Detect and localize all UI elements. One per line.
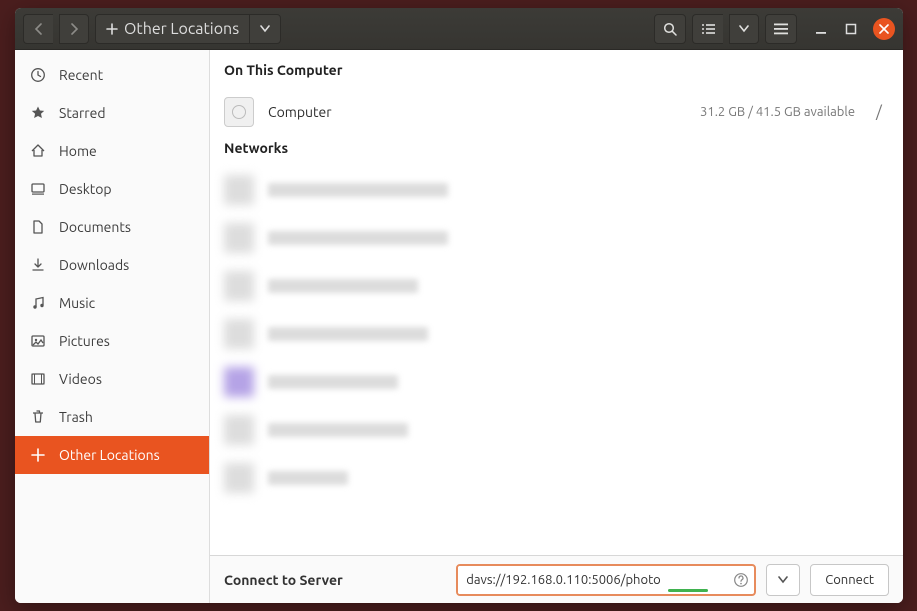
network-row-label-redacted xyxy=(268,471,348,485)
search-icon xyxy=(663,22,677,36)
path-bar[interactable]: Other Locations xyxy=(95,14,281,44)
sidebar-item-recent[interactable]: Recent xyxy=(15,56,209,94)
sidebar-item-label: Pictures xyxy=(59,333,110,349)
server-history-button[interactable] xyxy=(766,564,800,596)
sidebar-item-label: Other Locations xyxy=(59,447,160,463)
sidebar-item-label: Desktop xyxy=(59,181,112,197)
music-icon xyxy=(29,294,47,312)
network-row[interactable] xyxy=(210,310,903,358)
network-row-label-redacted xyxy=(268,423,408,437)
sidebar-item-label: Videos xyxy=(59,371,102,387)
sidebar-item-downloads[interactable]: Downloads xyxy=(15,246,209,284)
document-icon xyxy=(29,218,47,236)
caret-down-icon xyxy=(778,576,788,584)
path-label: Other Locations xyxy=(124,20,239,38)
plus-icon xyxy=(106,23,118,35)
maximize-button[interactable] xyxy=(843,21,859,37)
trash-icon xyxy=(29,408,47,426)
row-meta: 31.2 GB / 41.5 GB available xyxy=(700,105,855,119)
help-icon xyxy=(733,572,749,588)
forward-button[interactable] xyxy=(59,14,89,44)
caret-down-icon xyxy=(739,25,749,33)
server-icon xyxy=(224,415,254,445)
view-options-button[interactable] xyxy=(729,14,759,44)
main-panel: On This Computer Computer 31.2 GB / 41.5… xyxy=(210,50,903,603)
chevron-right-icon xyxy=(69,23,79,35)
sidebar-item-music[interactable]: Music xyxy=(15,284,209,322)
hamburger-menu-button[interactable] xyxy=(765,14,797,44)
help-button[interactable] xyxy=(728,572,754,588)
sidebar-item-label: Music xyxy=(59,295,95,311)
network-row-label-redacted xyxy=(268,327,428,341)
sidebar-item-videos[interactable]: Videos xyxy=(15,360,209,398)
server-icon xyxy=(224,223,254,253)
chevron-left-icon xyxy=(34,23,44,35)
sidebar-item-label: Recent xyxy=(59,67,103,83)
close-icon xyxy=(879,24,889,34)
home-icon xyxy=(29,142,47,160)
server-icon xyxy=(224,367,254,397)
sidebar-item-trash[interactable]: Trash xyxy=(15,398,209,436)
sidebar-item-starred[interactable]: Starred xyxy=(15,94,209,132)
network-row-label-redacted xyxy=(268,375,398,389)
clock-icon xyxy=(29,66,47,84)
server-icon xyxy=(224,271,254,301)
sidebar-item-label: Downloads xyxy=(59,257,129,273)
minimize-icon xyxy=(815,23,827,35)
sidebar-item-desktop[interactable]: Desktop xyxy=(15,170,209,208)
server-address-input[interactable] xyxy=(458,566,728,594)
connect-button-label: Connect xyxy=(825,573,874,587)
sidebar-item-other-locations[interactable]: Other Locations xyxy=(15,436,209,474)
file-manager-window: Other Locations xyxy=(15,8,903,603)
maximize-icon xyxy=(845,23,857,35)
sidebar-item-label: Starred xyxy=(59,105,106,121)
list-icon xyxy=(701,23,715,35)
network-row-label-redacted xyxy=(268,279,418,293)
server-icon xyxy=(224,463,254,493)
row-computer[interactable]: Computer 31.2 GB / 41.5 GB available / xyxy=(210,88,903,136)
row-label: Computer xyxy=(268,104,686,120)
view-list-button[interactable] xyxy=(692,14,723,44)
connect-to-server-label: Connect to Server xyxy=(224,572,343,588)
row-mount: / xyxy=(869,103,889,121)
minimize-button[interactable] xyxy=(813,21,829,37)
server-icon xyxy=(224,319,254,349)
network-row[interactable] xyxy=(210,214,903,262)
sidebar-item-documents[interactable]: Documents xyxy=(15,208,209,246)
back-button[interactable] xyxy=(23,14,53,44)
download-icon xyxy=(29,256,47,274)
server-address-field xyxy=(456,564,756,596)
caret-down-icon xyxy=(260,25,270,33)
picture-icon xyxy=(29,332,47,350)
section-title-networks: Networks xyxy=(210,136,903,166)
sidebar-item-label: Trash xyxy=(59,409,93,425)
close-button[interactable] xyxy=(873,18,895,40)
network-row[interactable] xyxy=(210,166,903,214)
plus-icon xyxy=(29,446,47,464)
sidebar: Recent Starred Home Desktop Documents Do… xyxy=(15,50,210,603)
search-button[interactable] xyxy=(654,14,686,44)
connect-button[interactable]: Connect xyxy=(810,564,889,596)
disk-icon xyxy=(224,97,254,127)
sidebar-item-home[interactable]: Home xyxy=(15,132,209,170)
server-icon xyxy=(224,175,254,205)
sidebar-item-label: Home xyxy=(59,143,97,159)
connect-to-server-bar: Connect to Server Connect xyxy=(210,555,903,603)
sidebar-item-pictures[interactable]: Pictures xyxy=(15,322,209,360)
hamburger-icon xyxy=(774,23,788,35)
network-row[interactable] xyxy=(210,262,903,310)
sidebar-item-label: Documents xyxy=(59,219,131,235)
star-icon xyxy=(29,104,47,122)
network-row-label-redacted xyxy=(268,183,448,197)
video-icon xyxy=(29,370,47,388)
network-row[interactable] xyxy=(210,358,903,406)
network-row[interactable] xyxy=(210,454,903,502)
network-row-label-redacted xyxy=(268,231,448,245)
network-row[interactable] xyxy=(210,406,903,454)
headerbar: Other Locations xyxy=(15,8,903,50)
section-title-on-this-computer: On This Computer xyxy=(210,58,903,88)
desktop-icon xyxy=(29,180,47,198)
